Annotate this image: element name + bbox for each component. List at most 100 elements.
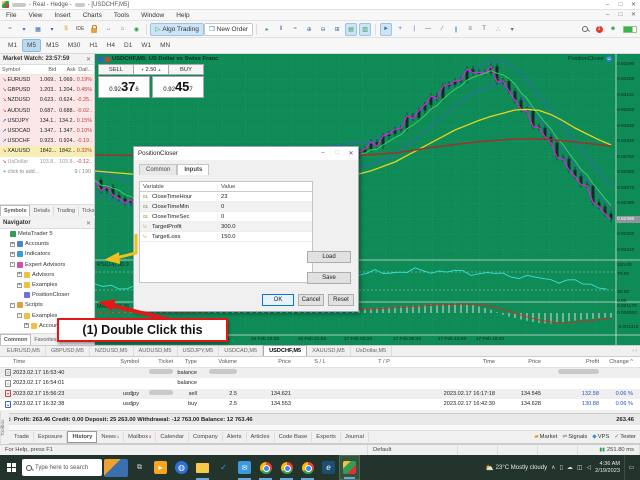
timeframe-m5[interactable]: M5 [22,39,42,52]
history-row[interactable]: ▾ 2023.02.17 15:56:23 usdjpy sell 2.5 134.621… [0,388,640,399]
timeframe-h4[interactable]: H4 [103,40,119,51]
toolbox-tab-journal[interactable]: Journal [341,432,369,442]
text-icon[interactable]: T [478,23,490,36]
timeframe-mn[interactable]: MN [156,40,174,51]
new-order-button[interactable]: ❒ New Order [203,22,254,36]
vertical-line-icon[interactable]: | [408,23,420,36]
navigator-close-icon[interactable]: ✕ [86,220,91,227]
menu-help[interactable]: Help [170,12,195,19]
trendline-icon[interactable]: ∕ [436,23,448,36]
start-button[interactable] [0,455,22,480]
chart-tab-usdcadm5[interactable]: USDCAD,M5 [219,346,264,356]
taskbar-app-file-explorer[interactable] [192,455,213,480]
history-column-type[interactable]: Type [173,359,197,365]
toolbox-tab-company[interactable]: Company [189,432,223,442]
child-minimize-button[interactable]: – [601,11,614,19]
ide-icon[interactable]: IDE [74,23,86,36]
menu-insert[interactable]: Insert [48,12,76,19]
chart-tab-gbpusdm5[interactable]: GBPUSD,M5 [46,346,90,356]
tester-icon[interactable]: ▸ [261,23,273,36]
toolbox-button-tester[interactable]: ✓ Tester [614,434,636,440]
toolbox-vertical-label[interactable]: Toolbox [0,411,9,444]
input-row-targetloss[interactable]: ½ TargetLoss 150.0 [140,232,312,242]
action-center-icon[interactable]: ▭ [624,455,638,480]
navigator-item-scripts[interactable]: - Scripts [0,300,94,310]
toolbox-tab-experts[interactable]: Experts [312,432,341,442]
buy-button[interactable]: BUY [168,64,204,75]
input-row-targetprofit[interactable]: ½ TargetProfit 300.0 [140,222,312,232]
search-icon[interactable] [579,23,591,36]
caret-icon[interactable]: ▾ [18,23,30,36]
tab-common[interactable]: Common [139,164,178,175]
chart-tab-nzdusdm5[interactable]: NZDUSD,M5 [90,346,134,356]
history-column-symbol[interactable]: Symbol [99,359,139,365]
market-watch-add-row[interactable]: + click to add... 9 / 190 [0,167,94,177]
column-header-ask[interactable]: Ask [56,67,76,73]
value-cell[interactable]: 23 [217,193,312,200]
history-column-tp[interactable]: T / P [349,359,419,365]
market-watch-tab-details[interactable]: Details [30,206,54,216]
add-chart-icon[interactable]: ▤ [345,22,358,36]
tile-windows-icon[interactable]: ⊞ [331,23,343,36]
bars-icon[interactable]: ‖ [275,23,287,36]
taskbar-app-mail[interactable]: ✉ [234,455,255,480]
chart-tab-audusdm5[interactable]: AUDUSD,M5 [134,346,178,356]
expand-icon[interactable]: + [10,251,15,257]
tray-volume-icon[interactable]: ◁ [586,464,591,471]
toolbox-button-signals[interactable]: ⇌ Signals [562,434,587,440]
chart-tab-usdchfm5[interactable]: USDCHF,M5 [263,345,308,356]
value-cell[interactable]: 0 [217,203,312,210]
market-watch-row-xauusd[interactable]: ↘ XAUUSD 1842... 1842... 0.32% [0,146,94,157]
timeframe-m15[interactable]: M15 [42,40,63,51]
child-close-button[interactable]: ✕ [627,11,640,19]
zoom-in-icon[interactable]: ⊕ [303,23,315,36]
dialog-close-icon[interactable]: ✕ [344,150,358,157]
algo-trading-button[interactable]: ▷ Algo Trading [150,22,204,36]
value-cell[interactable]: 0 [217,213,312,220]
market-watch-tab-trading[interactable]: Trading [54,206,80,216]
notifications-icon[interactable]: 1 [593,23,605,36]
horizontal-line-icon[interactable]: — [422,23,434,36]
history-column-price[interactable]: Price [237,359,291,365]
toolbox-tab-history[interactable]: History [67,431,98,443]
menu-window[interactable]: Window [135,12,170,19]
taskbar-app-app-yellow[interactable]: ▸ [150,455,171,480]
channel-icon[interactable]: ∥ [450,23,462,36]
input-row-closetimesec[interactable]: 01 CloseTimeSec 0 [140,212,312,222]
history-row[interactable]: ⊙ 2023.02.17 16:53:40 balance [0,367,640,378]
connection-status-icon[interactable] [621,23,639,36]
tray-mic-icon[interactable]: ▯ [560,464,563,471]
navigator-item-examples[interactable]: + Examples [0,280,94,290]
market-watch-close-icon[interactable]: ✕ [86,56,91,63]
history-column-sl[interactable]: S / L [291,359,349,365]
chart-line-icon[interactable]: ≈ [4,23,16,36]
expand-icon[interactable]: + [17,272,22,278]
save-button[interactable]: Save [307,272,351,284]
toolbox-button-market[interactable]: ▰ Market [534,434,557,440]
navigator-item-indicators[interactable]: + Indicators [0,249,94,259]
lot-decrease-icon[interactable]: ▾ [141,67,143,73]
timeframe-h1[interactable]: H1 [85,40,101,51]
market-watch-row-usdchf[interactable]: ↗ USDCHF 0.923.. 0.924.. -0.19.. [0,136,94,147]
expand-icon[interactable]: + [17,282,22,288]
market-watch-row-usdcad[interactable]: ↗ USDCAD 1.347.. 1.347.. 0.10% [0,125,94,137]
history-column-profit[interactable]: Profit [541,359,599,365]
market-watch-row-eurusd[interactable]: ↘ EURUSD 1.069.. 1.069.. 0.19% [0,75,94,86]
tray-network-icon[interactable]: ◫ [577,464,583,471]
input-row-closetimehour[interactable]: 01 CloseTimeHour 23 [140,192,312,202]
taskbar-app-chrome-3[interactable] [297,455,318,480]
objects-icon[interactable]: ∴ [492,23,504,36]
navigator-item-expert-advisors[interactable]: - Expert Advisors [0,260,94,270]
menu-charts[interactable]: Charts [77,12,108,19]
crosshair-icon[interactable]: + [394,23,406,36]
sell-button[interactable]: SELL [98,64,134,75]
status-connection[interactable]: ▮▮ 251.80 ms [578,445,640,455]
toolbox-tab-trade[interactable]: Trade [10,432,34,442]
collapse-icon[interactable]: - [10,302,15,308]
add-indicator-icon[interactable]: ▥ [359,22,372,36]
collapse-icon[interactable]: - [10,262,15,268]
market-watch-row-usdjpy[interactable]: ↗ USDJPY 134.1.. 134.2.. 0.15% [0,115,94,126]
collapse-icon[interactable]: - [17,313,22,319]
chart-tab-eurusdm5[interactable]: EURUSD,M5 [2,346,46,356]
history-column-time[interactable]: Time [13,359,99,365]
